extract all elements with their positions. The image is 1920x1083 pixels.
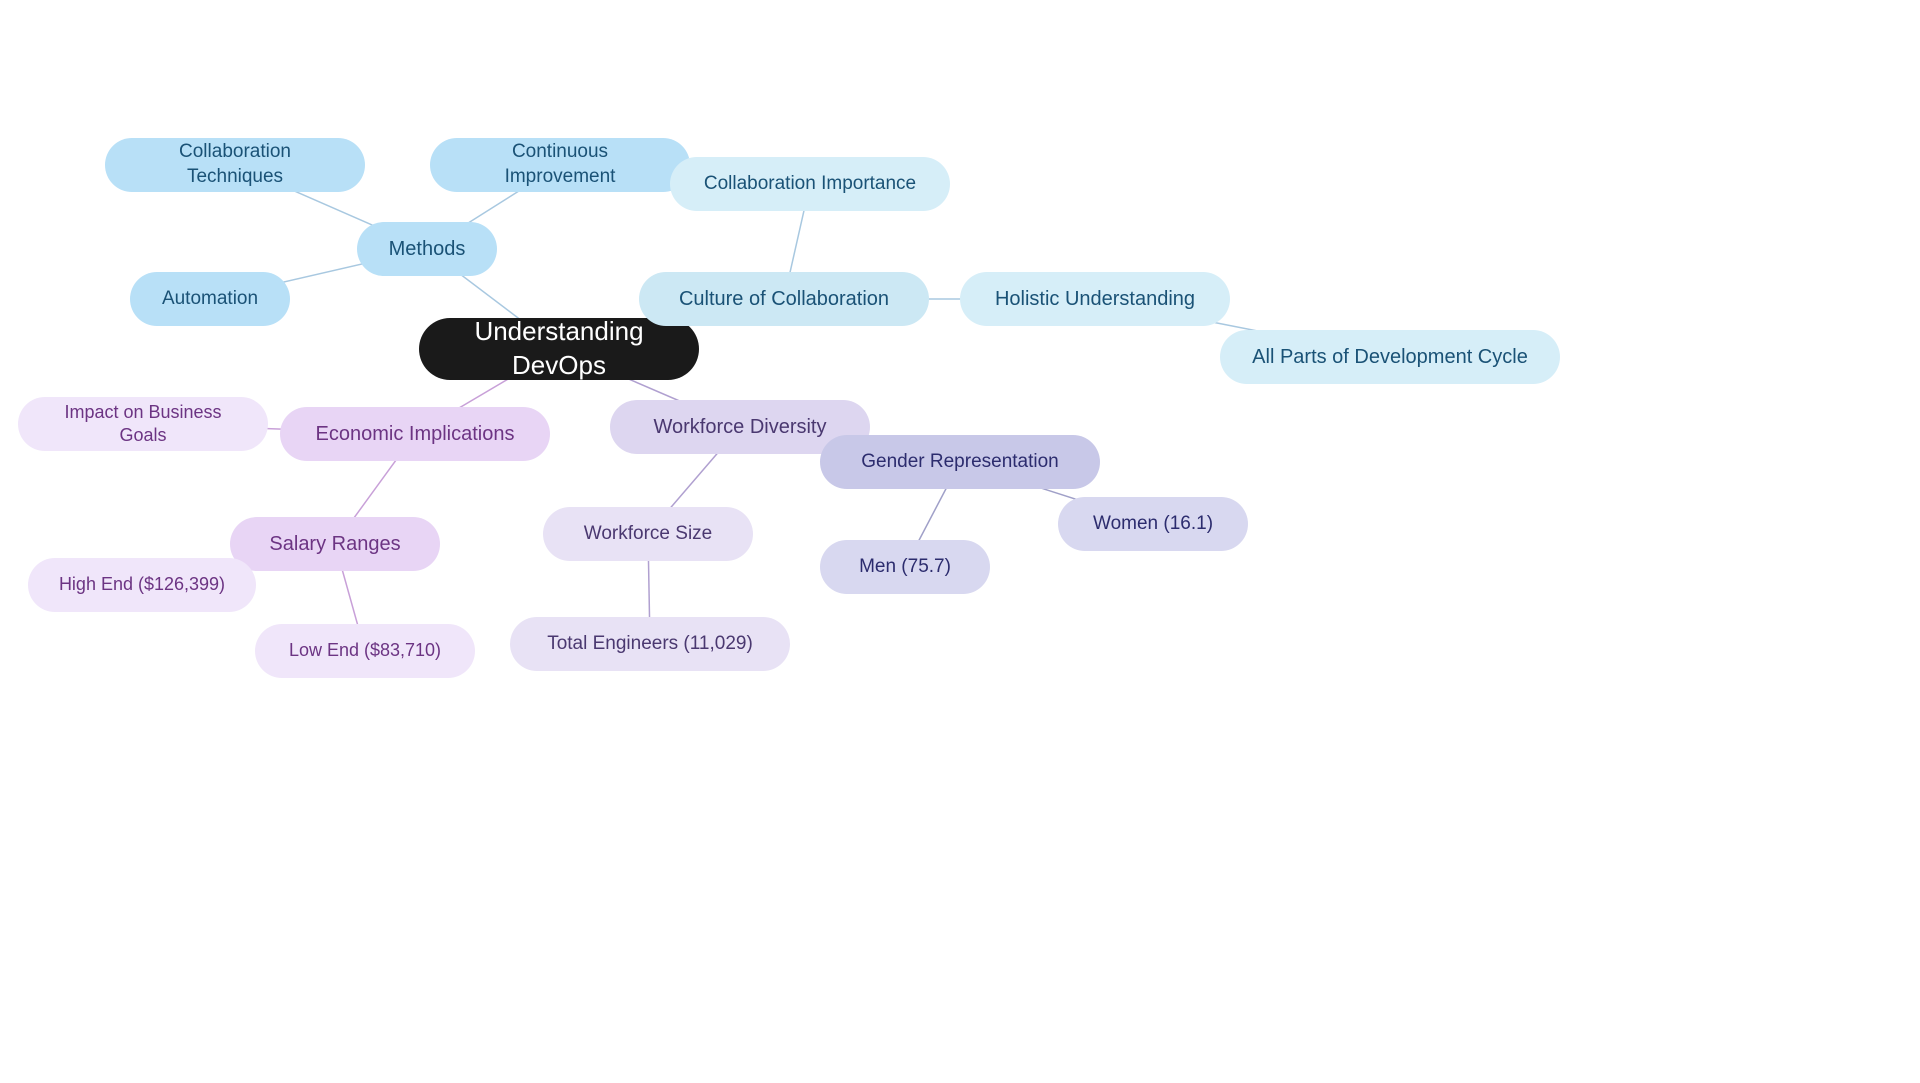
methods-node[interactable]: Methods <box>357 222 497 276</box>
culture-collab-label: Culture of Collaboration <box>679 286 889 312</box>
collab-importance-node[interactable]: Collaboration Importance <box>670 157 950 211</box>
culture-collab-node[interactable]: Culture of Collaboration <box>639 272 929 326</box>
all-parts-node[interactable]: All Parts of Development Cycle <box>1220 330 1560 384</box>
total-engineers-label: Total Engineers (11,029) <box>547 632 753 657</box>
collab-importance-label: Collaboration Importance <box>704 172 916 197</box>
methods-label: Methods <box>389 236 466 262</box>
salary-ranges-label: Salary Ranges <box>269 531 400 557</box>
automation-node[interactable]: Automation <box>130 272 290 326</box>
collab-techniques-node[interactable]: Collaboration Techniques <box>105 138 365 192</box>
high-end-node[interactable]: High End ($126,399) <box>28 558 256 612</box>
continuous-improvement-label: Continuous Improvement <box>454 140 666 189</box>
low-end-label: Low End ($83,710) <box>289 639 441 662</box>
salary-ranges-node[interactable]: Salary Ranges <box>230 517 440 571</box>
men-node[interactable]: Men (75.7) <box>820 540 990 594</box>
holistic-understanding-node[interactable]: Holistic Understanding <box>960 272 1230 326</box>
high-end-label: High End ($126,399) <box>59 573 225 596</box>
women-node[interactable]: Women (16.1) <box>1058 497 1248 551</box>
workforce-size-node[interactable]: Workforce Size <box>543 507 753 561</box>
women-label: Women (16.1) <box>1093 512 1213 537</box>
impact-business-label: Impact on Business Goals <box>42 401 244 448</box>
continuous-improvement-node[interactable]: Continuous Improvement <box>430 138 690 192</box>
center-label: Understanding DevOps <box>455 315 663 383</box>
collab-techniques-label: Collaboration Techniques <box>129 140 341 189</box>
workforce-diversity-label: Workforce Diversity <box>654 414 827 440</box>
all-parts-label: All Parts of Development Cycle <box>1252 344 1528 370</box>
automation-label: Automation <box>162 287 258 312</box>
gender-representation-label: Gender Representation <box>861 450 1059 475</box>
economic-implications-label: Economic Implications <box>316 421 515 447</box>
low-end-node[interactable]: Low End ($83,710) <box>255 624 475 678</box>
economic-implications-node[interactable]: Economic Implications <box>280 407 550 461</box>
men-label: Men (75.7) <box>859 555 951 580</box>
gender-representation-node[interactable]: Gender Representation <box>820 435 1100 489</box>
workforce-size-label: Workforce Size <box>584 522 712 547</box>
impact-business-node[interactable]: Impact on Business Goals <box>18 397 268 451</box>
holistic-understanding-label: Holistic Understanding <box>995 286 1195 312</box>
total-engineers-node[interactable]: Total Engineers (11,029) <box>510 617 790 671</box>
center-node[interactable]: Understanding DevOps <box>419 318 699 380</box>
